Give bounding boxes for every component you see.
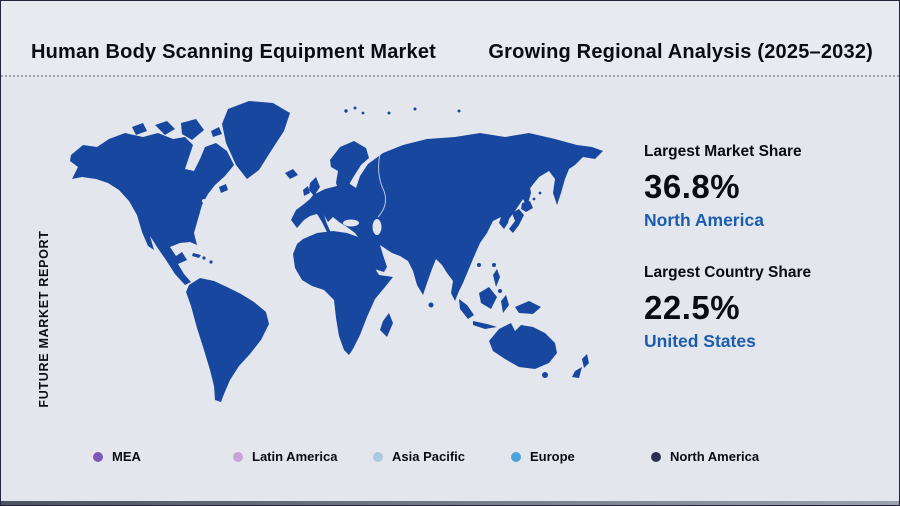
world-map xyxy=(63,93,625,405)
brand-watermark: FUTURE MARKET REPORT xyxy=(37,230,51,408)
legend-dot-europe-icon xyxy=(511,451,521,462)
world-map-landmass xyxy=(70,101,603,402)
legend-item-mea: MEA xyxy=(93,449,141,464)
legend-dot-asia-pacific-icon xyxy=(373,451,383,462)
legend-label: Europe xyxy=(530,449,575,464)
legend-item-asia-pacific: Asia Pacific xyxy=(373,449,465,464)
legend-label: Asia Pacific xyxy=(392,449,465,464)
legend-dot-mea-icon xyxy=(93,451,103,462)
page-title-right: Growing Regional Analysis (2025–2032) xyxy=(488,41,873,63)
page-title-left: Human Body Scanning Equipment Market xyxy=(31,41,437,63)
stat-largest-country-share: Largest Country Share 22.5% United State… xyxy=(644,264,894,352)
legend-dot-latin-america-icon xyxy=(233,451,243,462)
legend-label: MEA xyxy=(112,449,141,464)
infographic-page: Human Body Scanning Equipment Market Gro… xyxy=(0,0,900,506)
legend-item-latin-america: Latin America xyxy=(233,449,338,464)
legend-item-europe: Europe xyxy=(511,449,575,464)
bottom-border-bar xyxy=(1,501,899,505)
stat-largest-market-share: Largest Market Share 36.8% North America xyxy=(644,143,894,231)
header: Human Body Scanning Equipment Market Gro… xyxy=(1,1,899,77)
stat-label: Largest Country Share xyxy=(644,264,812,281)
stat-region: North America xyxy=(644,210,764,230)
stat-value: 36.8% xyxy=(644,168,741,205)
legend-dot-north-america-icon xyxy=(651,451,661,462)
stat-region: United States xyxy=(644,331,756,351)
world-map-svg xyxy=(70,101,603,402)
legend-label: North America xyxy=(670,449,760,464)
legend-label: Latin America xyxy=(252,449,338,464)
legend-item-north-america: North America xyxy=(651,449,759,464)
stat-label: Largest Market Share xyxy=(644,143,802,160)
stat-value: 22.5% xyxy=(644,289,741,326)
